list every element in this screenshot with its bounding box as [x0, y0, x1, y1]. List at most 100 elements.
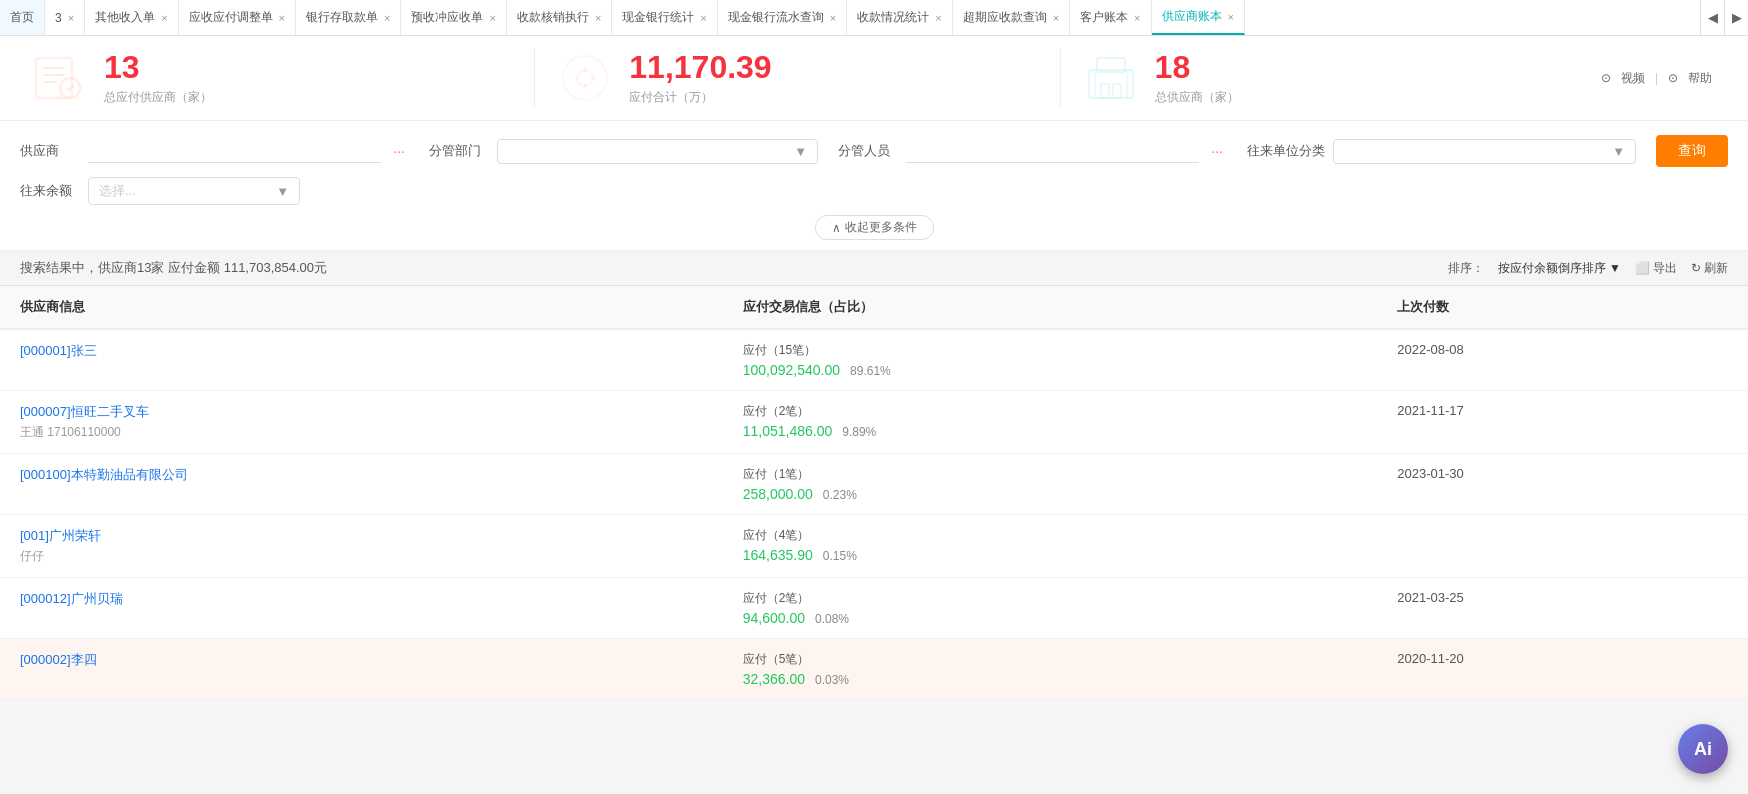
- refresh-button[interactable]: ↻ 刷新: [1691, 260, 1728, 277]
- nav-tab-prepay-offset[interactable]: 预收冲应收单×: [401, 0, 506, 35]
- search-row-1: 供应商 ··· 分管部门 ▼ 分管人员 ··· 往来单位分类 ▼ 查询: [20, 135, 1728, 167]
- nav-tab-bank-deposit[interactable]: 银行存取款单×: [296, 0, 401, 35]
- nav-tab-other-income[interactable]: 其他收入单×: [85, 0, 178, 35]
- tx-row-2: 258,000.000.23%: [743, 486, 1358, 502]
- summary-card-2: 18总供应商（家）: [1061, 48, 1585, 108]
- table-header-row: 供应商信息 应付交易信息（占比） 上次付数: [0, 286, 1748, 329]
- supplier-link-1[interactable]: [000007]恒旺二手叉车: [20, 404, 149, 419]
- last-payment-cell-3: [1377, 515, 1748, 578]
- sort-button[interactable]: 按应付余额倒序排序 ▼: [1498, 260, 1621, 277]
- last-payment-cell-5: 2020-11-20: [1377, 639, 1748, 700]
- close-tab-prepay-offset[interactable]: ×: [489, 12, 495, 24]
- percentage-5: 0.03%: [815, 673, 849, 687]
- table-row: [000007]恒旺二手叉车王通 17106110000 应付（2笔） 11,051…: [0, 391, 1748, 454]
- close-tab-bank-deposit[interactable]: ×: [384, 12, 390, 24]
- supplier-link-0[interactable]: [000001]张三: [20, 343, 97, 358]
- tx-cell-3: 应付（4笔）164,635.900.15%: [723, 515, 1378, 578]
- close-tab-receipt-stats[interactable]: ×: [935, 12, 941, 24]
- close-tab-tab3[interactable]: ×: [68, 12, 74, 24]
- supplier-cell-4: [000012]广州贝瑞: [0, 578, 723, 639]
- department-dropdown[interactable]: ▼: [497, 139, 818, 164]
- tx-row-1: 11,051,486.00 9.89%: [743, 423, 1358, 439]
- person-field: 分管人员 ···: [838, 139, 1227, 163]
- tx-label-4: 应付（2笔）: [743, 590, 1358, 607]
- nav-next-arrow[interactable]: ▶: [1724, 0, 1748, 35]
- export-button[interactable]: ⬜ 导出: [1635, 260, 1677, 277]
- close-tab-receipt-verify[interactable]: ×: [595, 12, 601, 24]
- close-tab-supplier-ledger[interactable]: ×: [1228, 11, 1234, 23]
- summary-number-1: 11,170.39: [629, 50, 771, 85]
- supplier-cell-2: [000100]本特勤油品有限公司: [0, 454, 723, 515]
- percentage-1: 9.89%: [842, 425, 876, 439]
- nav-tab-customer-ledger[interactable]: 客户账本×: [1070, 0, 1151, 35]
- person-input[interactable]: [906, 139, 1199, 163]
- supplier-input[interactable]: [88, 139, 381, 163]
- query-button[interactable]: 查询: [1656, 135, 1728, 167]
- close-tab-cash-bank-stats[interactable]: ×: [700, 12, 706, 24]
- close-tab-customer-ledger[interactable]: ×: [1134, 12, 1140, 24]
- tx-cell-5: 应付（5笔）32,366.000.03%: [723, 639, 1378, 700]
- amount-link-4[interactable]: 94,600.00: [743, 610, 805, 626]
- percentage-3: 0.15%: [823, 549, 857, 563]
- tx-cell-4: 应付（2笔） 94,600.00 0.08%: [723, 578, 1378, 639]
- amount-link-0[interactable]: 100,092,540.00: [743, 362, 840, 378]
- supplier-link-4[interactable]: [000012]广州贝瑞: [20, 591, 123, 606]
- help-icon: ⊙: [1668, 71, 1678, 85]
- collapse-label: 收起更多条件: [845, 219, 917, 236]
- nav-tab-cash-flow-query[interactable]: 现金银行流水查询×: [718, 0, 847, 35]
- nav-tab-ar-ap-adjust[interactable]: 应收应付调整单×: [179, 0, 296, 35]
- balance-value: 选择...: [99, 182, 136, 200]
- close-tab-overdue-query[interactable]: ×: [1053, 12, 1059, 24]
- amount-link-2[interactable]: 258,000.00: [743, 486, 813, 502]
- supplier-link-2[interactable]: [000100]本特勤油品有限公司: [20, 467, 188, 482]
- result-info: 搜索结果中，供应商13家 应付金额 111,703,854.00元: [20, 259, 327, 277]
- supplier-sub-3: 仔仔: [20, 548, 703, 565]
- nav-tab-cash-bank-stats[interactable]: 现金银行统计×: [612, 0, 717, 35]
- percentage-4: 0.08%: [815, 612, 849, 626]
- classification-dropdown[interactable]: ▼: [1333, 139, 1636, 164]
- summary-label-1: 应付合计（万）: [629, 89, 771, 106]
- table-row: [001]广州荣轩仔仔应付（4笔）164,635.900.15%: [0, 515, 1748, 578]
- balance-field: 往来余额 选择... ▼: [20, 177, 300, 205]
- top-navigation: 首页3×其他收入单×应收应付调整单×银行存取款单×预收冲应收单×收款核销执行×现…: [0, 0, 1748, 36]
- nav-prev-arrow[interactable]: ◀: [1700, 0, 1724, 35]
- supplier-cell-5: [000002]李四: [0, 639, 723, 700]
- tx-label-1: 应付（2笔）: [743, 403, 1358, 420]
- nav-tab-tab3[interactable]: 3×: [45, 0, 85, 35]
- supplier-link-3[interactable]: [001]广州荣轩: [20, 528, 101, 543]
- tx-label-2: 应付（1笔）: [743, 466, 1358, 483]
- result-bar: 搜索结果中，供应商13家 应付金额 111,703,854.00元 排序： 按应…: [0, 251, 1748, 286]
- supplier-table: 供应商信息 应付交易信息（占比） 上次付数 [000001]张三 应付（15笔） 1…: [0, 286, 1748, 700]
- nav-tab-supplier-ledger[interactable]: 供应商账本×: [1152, 0, 1245, 35]
- video-link[interactable]: 视频: [1621, 70, 1645, 87]
- tx-label-0: 应付（15笔）: [743, 342, 1358, 359]
- table-row: [000012]广州贝瑞应付（2笔）94,600.000.08%2021-03-…: [0, 578, 1748, 639]
- summary-text-1: 11,170.39 应付合计（万）: [629, 50, 771, 106]
- close-tab-ar-ap-adjust[interactable]: ×: [279, 12, 285, 24]
- collapse-button[interactable]: ∧ 收起更多条件: [815, 215, 934, 240]
- supplier-dots-btn[interactable]: ···: [389, 143, 409, 159]
- tx-row-0: 100,092,540.0089.61%: [743, 362, 1358, 378]
- close-tab-other-income[interactable]: ×: [161, 12, 167, 24]
- supplier-cell-3: [001]广州荣轩仔仔: [0, 515, 723, 578]
- department-label: 分管部门: [429, 142, 489, 160]
- summary-text-0: 13总应付供应商（家）: [104, 50, 212, 106]
- collapse-row: ∧ 收起更多条件: [20, 215, 1728, 240]
- nav-tab-overdue-query[interactable]: 超期应收款查询×: [953, 0, 1070, 35]
- amount-link-3[interactable]: 164,635.90: [743, 547, 813, 563]
- close-tab-cash-flow-query[interactable]: ×: [830, 12, 836, 24]
- sort-label: 排序：: [1448, 260, 1484, 277]
- supplier-link-5[interactable]: [000002]李四: [20, 652, 97, 667]
- classification-arrow-icon: ▼: [1612, 144, 1625, 159]
- nav-tab-home[interactable]: 首页: [0, 0, 45, 35]
- nav-tab-receipt-verify[interactable]: 收款核销执行×: [507, 0, 612, 35]
- help-link[interactable]: 帮助: [1688, 70, 1712, 87]
- person-dots-btn[interactable]: ···: [1207, 143, 1227, 159]
- supplier-label: 供应商: [20, 142, 80, 160]
- amount-link-1[interactable]: 11,051,486.00: [743, 423, 833, 439]
- balance-dropdown[interactable]: 选择... ▼: [88, 177, 300, 205]
- nav-tab-receipt-stats[interactable]: 收款情况统计×: [847, 0, 952, 35]
- amount-link-5[interactable]: 32,366.00: [743, 671, 805, 687]
- tx-row-4: 94,600.00 0.08%: [743, 610, 1358, 626]
- supplier-sub-1: 王通 17106110000: [20, 424, 703, 441]
